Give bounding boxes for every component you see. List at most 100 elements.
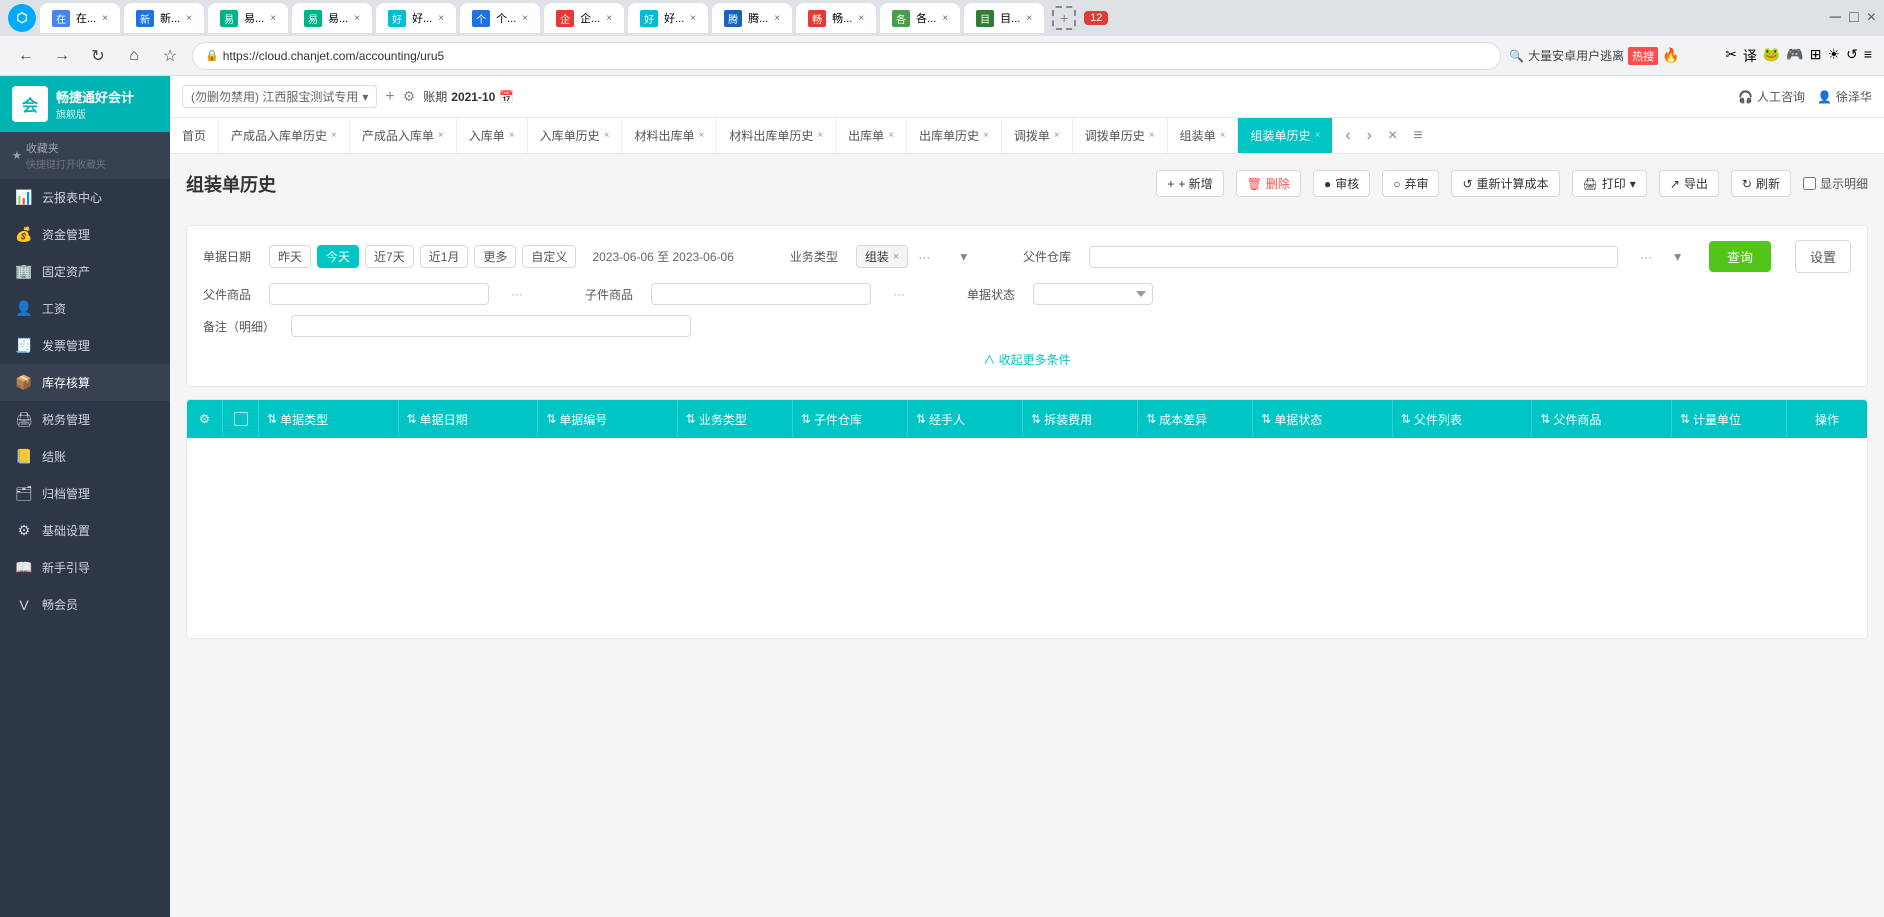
parent-goods-more-btn[interactable]: ···	[505, 285, 529, 303]
tab-close-4[interactable]: ×	[354, 13, 360, 24]
browser-search[interactable]: 🔍 大量安卓用户逃离 热搜 🔥	[1509, 47, 1709, 65]
child-goods-more-btn[interactable]: ···	[887, 285, 911, 303]
browser-tab-1[interactable]: 在 在... ×	[40, 3, 120, 33]
child-goods-input[interactable]	[651, 283, 871, 305]
browser-tab-9[interactable]: 腾 腾... ×	[712, 3, 792, 33]
sidebar-item-settlement[interactable]: 📒 结账	[0, 438, 170, 475]
export-button[interactable]: ↗ 导出	[1659, 170, 1719, 197]
emoji-icon[interactable]: 🐸	[1763, 46, 1780, 66]
th-doc-status[interactable]: ⇅ 单据状态	[1253, 400, 1393, 438]
th-unit[interactable]: ⇅ 计量单位	[1672, 400, 1787, 438]
reload-button[interactable]: ↻	[84, 42, 112, 70]
filter-settings-button[interactable]: 设置	[1795, 240, 1851, 273]
browser-tab-3[interactable]: 易 易... ×	[208, 3, 288, 33]
browser-tab-7[interactable]: 企 企... ×	[544, 3, 624, 33]
abandon-button[interactable]: ○ 弃审	[1382, 170, 1439, 197]
new-tab-button[interactable]: +	[1052, 6, 1076, 30]
th-checkbox[interactable]	[223, 400, 259, 438]
settings-company-btn[interactable]: ⚙	[403, 88, 416, 105]
app-tab-home[interactable]: 首页	[170, 118, 219, 154]
parent-warehouse-input[interactable]	[1089, 246, 1618, 268]
tab-close-3[interactable]: ×	[270, 13, 276, 24]
browser-tab-4[interactable]: 易 易... ×	[292, 3, 372, 33]
close-button[interactable]: ×	[1867, 9, 1876, 27]
sidebar-item-settings[interactable]: ⚙ 基础设置	[0, 512, 170, 549]
th-doc-date[interactable]: ⇅ 单据日期	[399, 400, 539, 438]
recalculate-button[interactable]: ↺ 重新计算成本	[1451, 170, 1559, 197]
calendar-icon[interactable]: 📅	[499, 90, 514, 104]
browser-tab-6[interactable]: 个 个... ×	[460, 3, 540, 33]
game-icon[interactable]: 🎮	[1786, 46, 1803, 66]
grid-icon[interactable]: ⊞	[1810, 46, 1822, 66]
audit-button[interactable]: ● 审核	[1313, 170, 1370, 197]
th-handler[interactable]: ⇅ 经手人	[908, 400, 1023, 438]
home-button[interactable]: ⌂	[120, 42, 148, 70]
app-tab-close-3[interactable]: ×	[604, 130, 610, 141]
tab-close-10[interactable]: ×	[858, 13, 864, 24]
th-settings[interactable]: ⚙	[187, 400, 223, 438]
tab-close-all-btn[interactable]: ×	[1380, 127, 1405, 145]
translate-icon[interactable]: 译	[1743, 46, 1757, 66]
app-tab-3[interactable]: 入库单历史 ×	[528, 118, 623, 154]
sidebar-item-guide[interactable]: 📖 新手引导	[0, 549, 170, 586]
sidebar-item-invoice[interactable]: 🧾 发票管理	[0, 327, 170, 364]
back-button[interactable]: ←	[12, 42, 40, 70]
app-tab-1[interactable]: 产成品入库单 ×	[350, 118, 457, 154]
sidebar-item-assets[interactable]: 🏢 固定资产	[0, 253, 170, 290]
browser-tab-5[interactable]: 好 好... ×	[376, 3, 456, 33]
browser-tab-10[interactable]: 畅 畅... ×	[796, 3, 876, 33]
tab-close-1[interactable]: ×	[102, 13, 108, 24]
app-tab-close-5[interactable]: ×	[817, 130, 823, 141]
th-parent-list[interactable]: ⇅ 父件列表	[1393, 400, 1533, 438]
customer-service-btn[interactable]: 🎧 人工咨询	[1738, 88, 1805, 105]
date-btn-more[interactable]: 更多	[474, 245, 516, 268]
parent-goods-input[interactable]	[269, 283, 489, 305]
app-tab-close-2[interactable]: ×	[509, 130, 515, 141]
tab-more-btn[interactable]: ≡	[1405, 127, 1430, 145]
sidebar-item-inventory[interactable]: 📦 库存核算	[0, 364, 170, 401]
tab-next-btn[interactable]: ›	[1359, 127, 1380, 145]
sidebar-favorites[interactable]: ★ 收藏夹 快捷键打开收藏夹	[0, 132, 170, 179]
app-tab-close-4[interactable]: ×	[698, 130, 704, 141]
biz-type-dropdown[interactable]: ▾	[960, 249, 967, 265]
biz-type-tag-close[interactable]: ×	[893, 251, 899, 263]
company-selector[interactable]: (勿删勿禁用) 江西服宝测试专用 ▾	[182, 85, 377, 108]
address-bar[interactable]: 🔒 https://cloud.chanjet.com/accounting/u…	[192, 42, 1501, 70]
sidebar-item-reports[interactable]: 📊 云报表中心	[0, 179, 170, 216]
bookmark-button[interactable]: ☆	[156, 42, 184, 70]
th-disassemble-cost[interactable]: ⇅ 拆装费用	[1023, 400, 1138, 438]
th-doc-type[interactable]: ⇅ 单据类型	[259, 400, 399, 438]
settings-icon[interactable]: ☀	[1828, 46, 1841, 66]
user-profile-btn[interactable]: 👤 徐泽华	[1817, 88, 1872, 105]
show-detail-input[interactable]	[1803, 177, 1816, 190]
app-tab-close-10[interactable]: ×	[1220, 130, 1226, 141]
add-company-btn[interactable]: +	[385, 88, 394, 106]
th-parent-goods[interactable]: ⇅ 父件商品	[1532, 400, 1672, 438]
sidebar-item-salary[interactable]: 👤 工资	[0, 290, 170, 327]
app-tab-close-9[interactable]: ×	[1149, 130, 1155, 141]
query-button[interactable]: 查询	[1709, 241, 1771, 272]
history-icon[interactable]: ↺	[1846, 46, 1858, 66]
date-btn-7days[interactable]: 近7天	[365, 245, 414, 268]
tab-close-2[interactable]: ×	[186, 13, 192, 24]
th-biz-type[interactable]: ⇅ 业务类型	[678, 400, 793, 438]
app-tab-10[interactable]: 组装单 ×	[1168, 118, 1239, 154]
forward-button[interactable]: →	[48, 42, 76, 70]
tab-close-11[interactable]: ×	[942, 13, 948, 24]
app-tab-6[interactable]: 出库单 ×	[836, 118, 907, 154]
maximize-button[interactable]: □	[1849, 9, 1859, 27]
app-tab-5[interactable]: 材料出库单历史 ×	[717, 118, 836, 154]
order-status-select[interactable]: 待审核 已审核 已弃审	[1033, 283, 1153, 305]
parent-warehouse-more-btn[interactable]: ···	[1634, 248, 1658, 266]
app-tab-2[interactable]: 入库单 ×	[457, 118, 528, 154]
tab-prev-btn[interactable]: ‹	[1337, 127, 1358, 145]
sidebar-item-archive[interactable]: 🗂 归档管理	[0, 475, 170, 512]
tab-close-7[interactable]: ×	[606, 13, 612, 24]
add-button[interactable]: + + 新增	[1156, 170, 1223, 197]
remark-input[interactable]	[291, 315, 691, 337]
app-tab-8[interactable]: 调拨单 ×	[1002, 118, 1073, 154]
sidebar-item-tax[interactable]: 🖨 税务管理	[0, 401, 170, 438]
app-tab-0[interactable]: 产成品入库单历史 ×	[219, 118, 350, 154]
menu-icon[interactable]: ≡	[1864, 46, 1872, 66]
tab-close-9[interactable]: ×	[774, 13, 780, 24]
